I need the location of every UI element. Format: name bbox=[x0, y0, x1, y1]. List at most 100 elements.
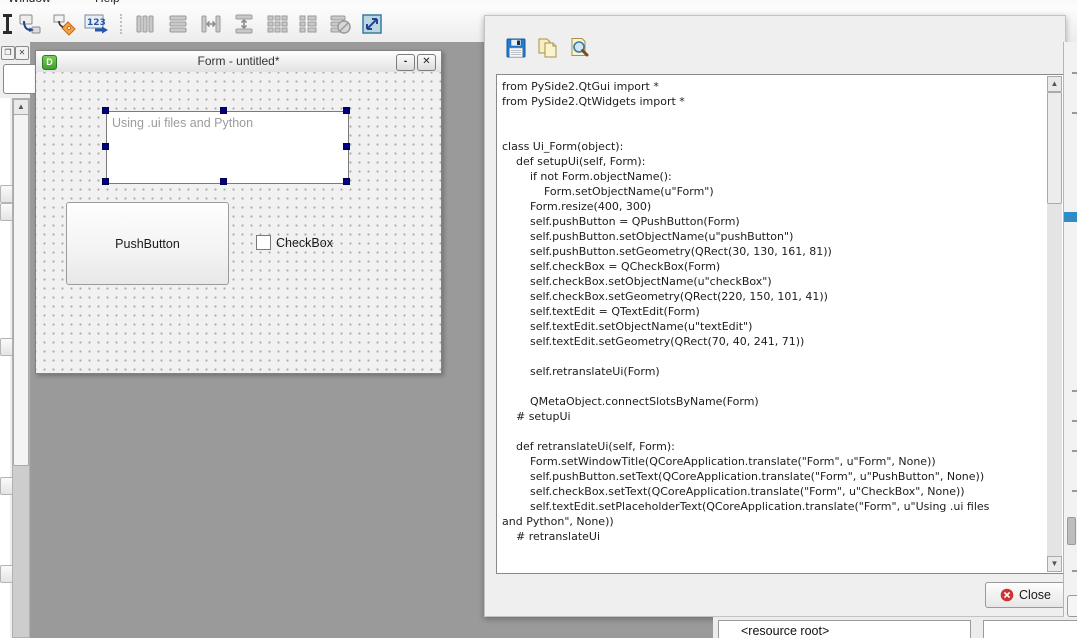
selection-handle-mid-right[interactable] bbox=[343, 143, 350, 150]
resource-tree[interactable]: <resource root> bbox=[718, 620, 971, 638]
code-line: def retranslateUi(self, Form): bbox=[502, 439, 1047, 454]
code-scrollbar[interactable]: ▲ ▼ bbox=[1047, 76, 1062, 572]
property-row-edge bbox=[1072, 72, 1077, 74]
selection-handle-top-left[interactable] bbox=[102, 107, 109, 114]
form-close-button[interactable]: ✕ bbox=[417, 54, 436, 71]
code-line bbox=[502, 379, 1047, 394]
property-scroll-thumb[interactable] bbox=[1067, 517, 1076, 545]
selection-handle-mid-left[interactable] bbox=[102, 143, 109, 150]
signals-slots-glyph bbox=[18, 12, 42, 36]
adjust-size-glyph bbox=[360, 12, 384, 36]
toolbar-separator bbox=[120, 14, 122, 34]
qt-designer-screen: Window Help bbox=[0, 0, 1077, 638]
resource-detail-pane[interactable] bbox=[983, 620, 1077, 638]
h-splitter-glyph bbox=[199, 12, 223, 36]
property-row-edge bbox=[1072, 390, 1077, 392]
code-line: self.pushButton.setObjectName(u"pushButt… bbox=[502, 229, 1047, 244]
selection-handle-top-mid[interactable] bbox=[220, 107, 227, 114]
layout-horizontal-splitter-icon[interactable] bbox=[197, 10, 225, 38]
break-layout-glyph bbox=[328, 12, 352, 36]
find-icon[interactable] bbox=[567, 35, 593, 61]
selection-handle-bottom-right[interactable] bbox=[343, 178, 350, 185]
code-scroll-down-icon[interactable]: ▼ bbox=[1047, 556, 1062, 572]
code-line: Form.setObjectName(u"Form") bbox=[502, 184, 1047, 199]
close-circle-icon bbox=[1000, 588, 1014, 602]
edit-tab-order-icon[interactable]: 123 bbox=[82, 10, 110, 38]
code-scroll-thumb[interactable] bbox=[1047, 92, 1062, 204]
code-line: and Python", None)) bbox=[502, 514, 1047, 529]
code-line: from PySide2.QtWidgets import * bbox=[502, 94, 1047, 109]
resource-root-item[interactable]: <resource root> bbox=[741, 624, 829, 638]
checkbox-widget[interactable]: CheckBox bbox=[256, 222, 357, 263]
textedit-placeholder: Using .ui files and Python bbox=[112, 116, 253, 130]
code-line: self.textEdit = QTextEdit(Form) bbox=[502, 304, 1047, 319]
code-line: # setupUi bbox=[502, 409, 1047, 424]
code-line: self.pushButton.setGeometry(QRect(30, 13… bbox=[502, 244, 1047, 259]
selected-property-row[interactable] bbox=[1064, 212, 1077, 222]
panel-button-edge[interactable] bbox=[1067, 595, 1077, 617]
code-line: self.textEdit.setGeometry(QRect(70, 40, … bbox=[502, 334, 1047, 349]
layout-form-icon[interactable] bbox=[294, 10, 322, 38]
checkbox-label: CheckBox bbox=[276, 236, 333, 250]
code-line: self.checkBox.setGeometry(QRect(220, 150… bbox=[502, 289, 1047, 304]
property-row-edge bbox=[1072, 420, 1077, 422]
selection-handle-bottom-mid[interactable] bbox=[220, 178, 227, 185]
property-row-edge bbox=[1072, 490, 1077, 492]
code-text: from PySide2.QtGui import *from PySide2.… bbox=[497, 75, 1047, 573]
code-line: self.checkBox.setObjectName(u"checkBox") bbox=[502, 274, 1047, 289]
form-minimize-button[interactable]: - bbox=[396, 54, 415, 71]
v-splitter-glyph bbox=[232, 12, 256, 36]
widget-box-scroll-thumb[interactable] bbox=[13, 114, 29, 466]
resource-browser-dock: <resource root> bbox=[713, 617, 1077, 638]
code-scroll-up-icon[interactable]: ▲ bbox=[1047, 76, 1062, 92]
code-line: Form.resize(400, 300) bbox=[502, 199, 1047, 214]
layout-horizontal-icon[interactable] bbox=[131, 10, 159, 38]
widget-box-scrollbar[interactable]: ▲ bbox=[12, 98, 30, 638]
copy-icon[interactable] bbox=[535, 35, 561, 61]
close-button-label: Close bbox=[1019, 588, 1051, 602]
form-designer-window: D Form - untitled* - ✕ Using .ui files a… bbox=[35, 50, 442, 374]
textedit-widget[interactable]: Using .ui files and Python bbox=[106, 111, 349, 184]
code-line: self.checkBox.setText(QCoreApplication.t… bbox=[502, 484, 1047, 499]
layout-vertical-icon[interactable] bbox=[164, 10, 192, 38]
edit-signals-slots-icon[interactable] bbox=[16, 10, 44, 38]
code-line: class Ui_Form(object): bbox=[502, 139, 1047, 154]
layout-vertical-glyph bbox=[166, 12, 190, 36]
edit-widgets-glyph bbox=[0, 12, 16, 36]
form-canvas[interactable]: Using .ui files and Python PushButton Ch… bbox=[36, 72, 441, 373]
pushbutton-label: PushButton bbox=[115, 237, 180, 251]
widget-box-close-icon[interactable]: ✕ bbox=[15, 46, 29, 60]
code-line: self.textEdit.setPlaceholderText(QCoreAp… bbox=[502, 499, 1047, 514]
selection-handle-bottom-left[interactable] bbox=[102, 178, 109, 185]
code-line bbox=[502, 349, 1047, 364]
layout-grid-icon[interactable] bbox=[263, 10, 291, 38]
save-icon[interactable] bbox=[503, 35, 529, 61]
adjust-size-icon[interactable] bbox=[358, 10, 386, 38]
code-line: from PySide2.QtGui import * bbox=[502, 79, 1047, 94]
checkbox-indicator[interactable] bbox=[256, 235, 271, 250]
code-line: QMetaObject.connectSlotsByName(Form) bbox=[502, 394, 1047, 409]
code-line: def setupUi(self, Form): bbox=[502, 154, 1047, 169]
code-line: # retranslateUi bbox=[502, 529, 1047, 544]
edit-buddies-icon[interactable] bbox=[50, 10, 78, 38]
scroll-up-icon[interactable]: ▲ bbox=[13, 99, 29, 115]
property-row-edge bbox=[1072, 112, 1077, 114]
pushbutton-widget[interactable]: PushButton bbox=[66, 202, 229, 285]
code-line bbox=[502, 124, 1047, 139]
layout-vertical-splitter-icon[interactable] bbox=[230, 10, 258, 38]
selection-handle-top-right[interactable] bbox=[343, 107, 350, 114]
form-window-titlebar[interactable]: D Form - untitled* - ✕ bbox=[36, 51, 441, 73]
widget-box-float-icon[interactable]: ❐ bbox=[1, 46, 15, 60]
property-row-edge bbox=[1072, 450, 1077, 452]
layout-horizontal-glyph bbox=[133, 12, 157, 36]
buddies-glyph bbox=[52, 12, 76, 36]
code-line: self.textEdit.setObjectName(u"textEdit") bbox=[502, 319, 1047, 334]
close-button[interactable]: Close bbox=[985, 582, 1066, 608]
form-window-title: Form - untitled* bbox=[36, 54, 441, 68]
code-line: self.retranslateUi(Form) bbox=[502, 364, 1047, 379]
widget-box-list[interactable] bbox=[0, 98, 10, 638]
break-layout-icon[interactable] bbox=[326, 10, 354, 38]
property-editor-sliver bbox=[1063, 42, 1077, 617]
code-line: Form.setWindowTitle(QCoreApplication.tra… bbox=[502, 454, 1047, 469]
code-view[interactable]: from PySide2.QtGui import *from PySide2.… bbox=[496, 74, 1064, 574]
